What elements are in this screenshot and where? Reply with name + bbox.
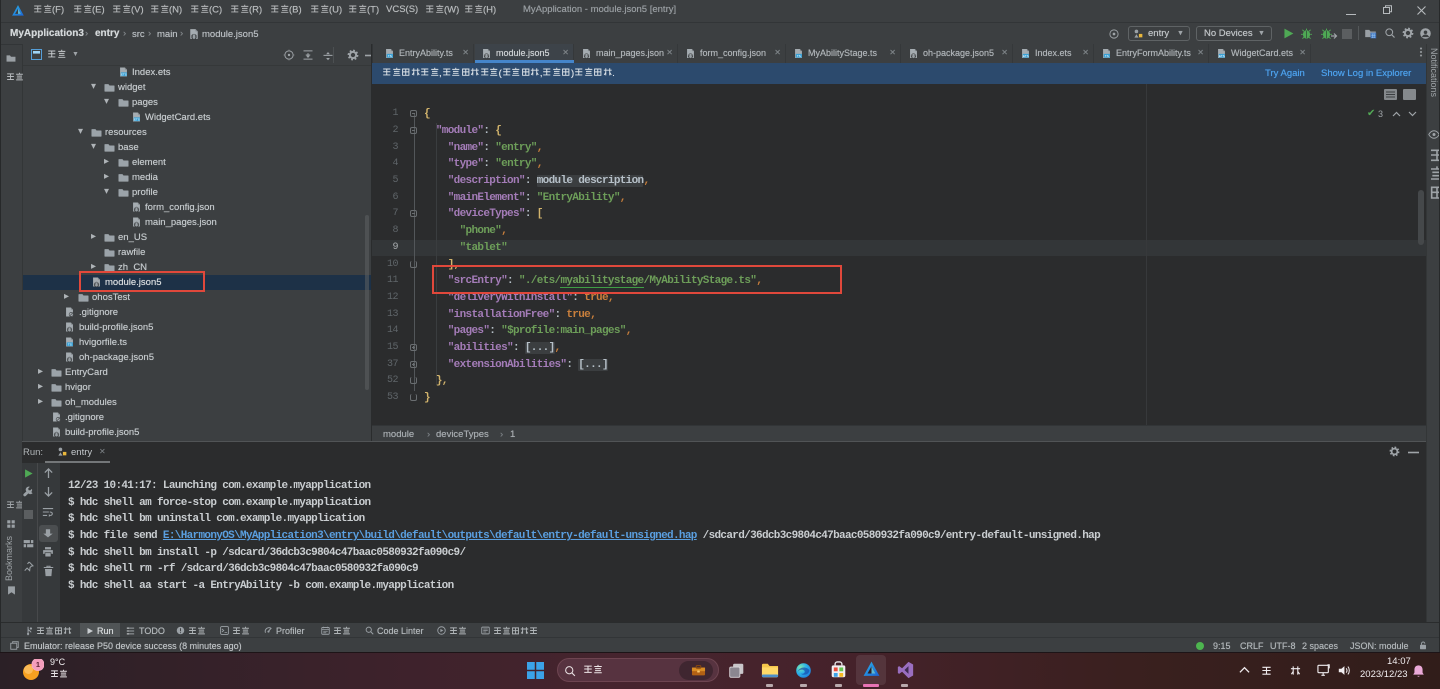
svg-text:1: 1 (36, 660, 40, 669)
